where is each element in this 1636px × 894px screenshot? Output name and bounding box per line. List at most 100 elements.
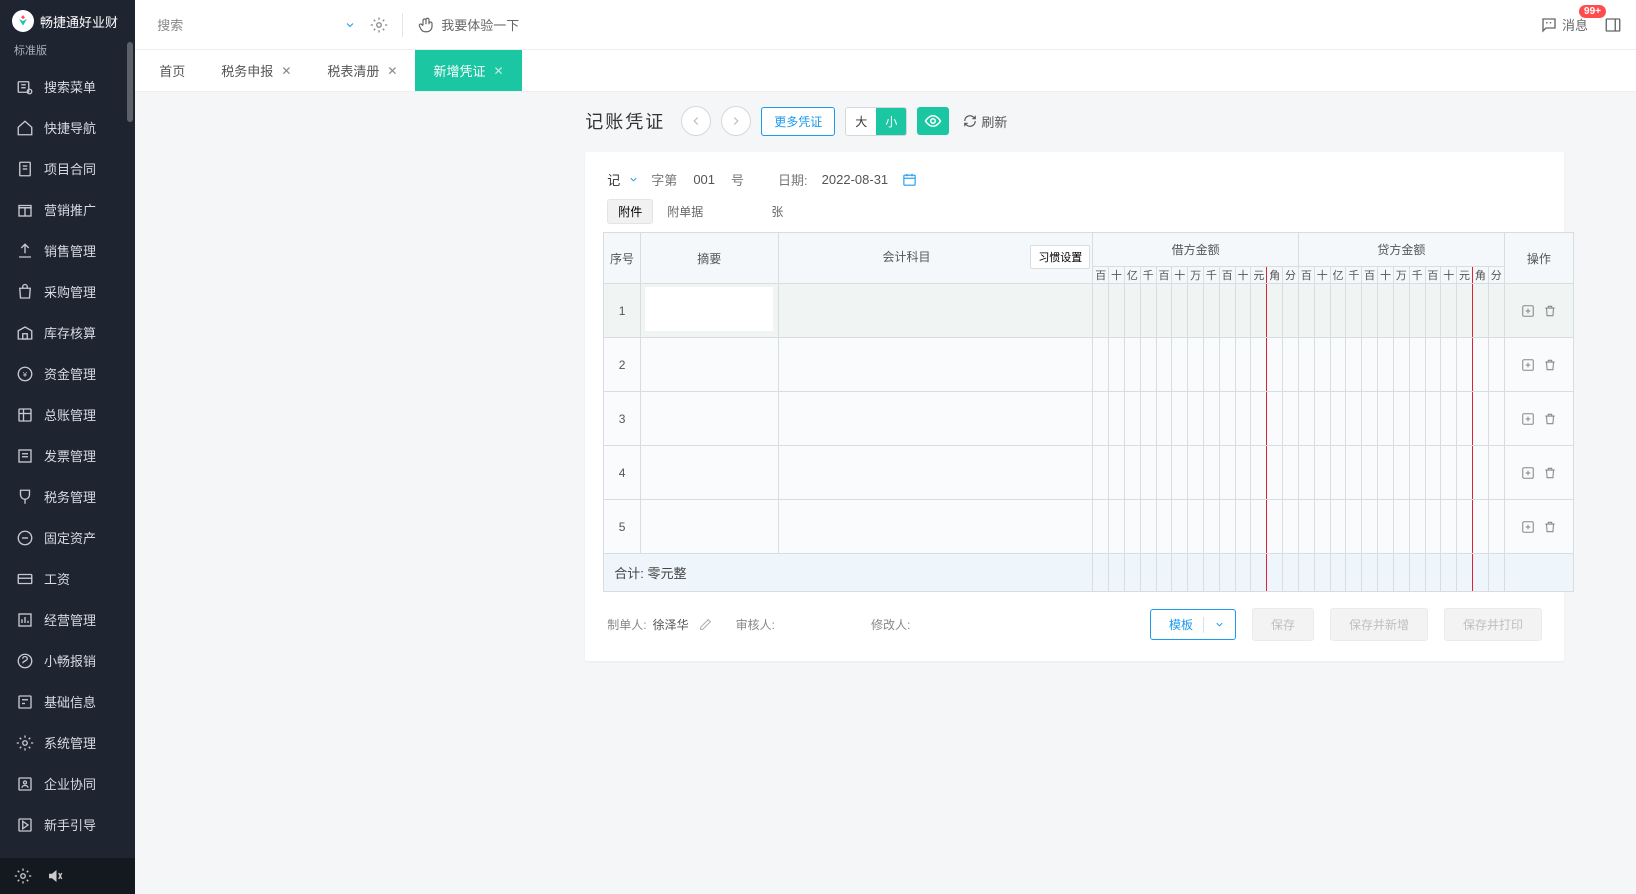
amount-digit-cell[interactable] — [1488, 284, 1504, 338]
attachment-button[interactable]: 附件 — [607, 199, 653, 224]
amount-digit-cell[interactable] — [1457, 554, 1473, 592]
amount-digit-cell[interactable] — [1109, 392, 1125, 446]
amount-digit-cell[interactable] — [1314, 554, 1330, 592]
amount-digit-cell[interactable] — [1219, 554, 1235, 592]
amount-digit-cell[interactable] — [1393, 554, 1409, 592]
amount-digit-cell[interactable] — [1188, 446, 1204, 500]
amount-digit-cell[interactable] — [1330, 500, 1346, 554]
prev-voucher-button[interactable] — [681, 106, 711, 136]
amount-digit-cell[interactable] — [1283, 392, 1299, 446]
amount-digit-cell[interactable] — [1156, 446, 1172, 500]
delete-row-icon[interactable] — [1543, 412, 1557, 426]
close-icon[interactable]: ✕ — [387, 64, 397, 78]
amount-digit-cell[interactable] — [1093, 392, 1109, 446]
amount-digit-cell[interactable] — [1330, 338, 1346, 392]
size-large-button[interactable]: 大 — [846, 108, 876, 135]
subject-cell[interactable] — [778, 392, 1093, 446]
amount-digit-cell[interactable] — [1346, 446, 1362, 500]
amount-digit-cell[interactable] — [1283, 338, 1299, 392]
edit-icon[interactable] — [699, 618, 712, 631]
sidebar-item-funds[interactable]: ¥资金管理 — [0, 353, 135, 394]
subject-cell[interactable] — [778, 338, 1093, 392]
sidebar-item-sales[interactable]: 销售管理 — [0, 230, 135, 271]
amount-digit-cell[interactable] — [1235, 338, 1251, 392]
sidebar-item-salary[interactable]: 工资 — [0, 558, 135, 599]
amount-digit-cell[interactable] — [1409, 446, 1425, 500]
summary-cell[interactable] — [640, 392, 778, 446]
subject-cell[interactable] — [778, 500, 1093, 554]
amount-digit-cell[interactable] — [1267, 338, 1283, 392]
amount-digit-cell[interactable] — [1283, 554, 1299, 592]
amount-digit-cell[interactable] — [1188, 554, 1204, 592]
amount-digit-cell[interactable] — [1172, 284, 1188, 338]
amount-digit-cell[interactable] — [1488, 338, 1504, 392]
amount-digit-cell[interactable] — [1409, 392, 1425, 446]
amount-digit-cell[interactable] — [1457, 284, 1473, 338]
close-icon[interactable]: ✕ — [493, 64, 503, 78]
add-row-icon[interactable] — [1521, 304, 1535, 318]
amount-digit-cell[interactable] — [1393, 446, 1409, 500]
amount-digit-cell[interactable] — [1188, 338, 1204, 392]
voucher-date-input[interactable]: 2022-08-31 — [822, 172, 889, 187]
amount-digit-cell[interactable] — [1346, 500, 1362, 554]
add-row-icon[interactable] — [1521, 358, 1535, 372]
amount-digit-cell[interactable] — [1378, 338, 1394, 392]
amount-digit-cell[interactable] — [1472, 284, 1488, 338]
amount-digit-cell[interactable] — [1299, 392, 1315, 446]
amount-digit-cell[interactable] — [1204, 446, 1220, 500]
voucher-number-input[interactable]: 001 — [693, 172, 715, 187]
amount-digit-cell[interactable] — [1251, 338, 1267, 392]
add-row-icon[interactable] — [1521, 466, 1535, 480]
gear-icon[interactable] — [14, 867, 32, 885]
sidebar-item-tax[interactable]: 税务管理 — [0, 476, 135, 517]
amount-digit-cell[interactable] — [1393, 284, 1409, 338]
next-voucher-button[interactable] — [721, 106, 751, 136]
amount-digit-cell[interactable] — [1457, 392, 1473, 446]
amount-digit-cell[interactable] — [1109, 554, 1125, 592]
sound-icon[interactable] — [46, 867, 64, 885]
amount-digit-cell[interactable] — [1172, 392, 1188, 446]
amount-digit-cell[interactable] — [1330, 392, 1346, 446]
close-icon[interactable]: ✕ — [281, 64, 291, 78]
amount-digit-cell[interactable] — [1378, 554, 1394, 592]
amount-digit-cell[interactable] — [1378, 392, 1394, 446]
amount-digit-cell[interactable] — [1204, 338, 1220, 392]
amount-digit-cell[interactable] — [1346, 338, 1362, 392]
amount-digit-cell[interactable] — [1124, 392, 1140, 446]
chevron-down-icon[interactable] — [628, 174, 639, 185]
amount-digit-cell[interactable] — [1472, 392, 1488, 446]
amount-digit-cell[interactable] — [1124, 500, 1140, 554]
try-button[interactable]: 我要体验一下 — [417, 15, 519, 34]
amount-digit-cell[interactable] — [1441, 500, 1457, 554]
amount-digit-cell[interactable] — [1204, 500, 1220, 554]
amount-digit-cell[interactable] — [1267, 284, 1283, 338]
amount-digit-cell[interactable] — [1156, 284, 1172, 338]
amount-digit-cell[interactable] — [1330, 554, 1346, 592]
size-small-button[interactable]: 小 — [876, 108, 906, 135]
save-add-button[interactable]: 保存并新增 — [1330, 608, 1428, 641]
tab-tax-declare[interactable]: 税务申报✕ — [203, 50, 309, 91]
amount-digit-cell[interactable] — [1188, 284, 1204, 338]
amount-digit-cell[interactable] — [1219, 338, 1235, 392]
amount-digit-cell[interactable] — [1093, 284, 1109, 338]
sidebar-item-invoice[interactable]: 发票管理 — [0, 435, 135, 476]
amount-digit-cell[interactable] — [1472, 554, 1488, 592]
amount-digit-cell[interactable] — [1299, 554, 1315, 592]
amount-digit-cell[interactable] — [1140, 392, 1156, 446]
amount-digit-cell[interactable] — [1299, 500, 1315, 554]
amount-digit-cell[interactable] — [1393, 338, 1409, 392]
amount-digit-cell[interactable] — [1172, 500, 1188, 554]
amount-digit-cell[interactable] — [1235, 554, 1251, 592]
amount-digit-cell[interactable] — [1235, 392, 1251, 446]
amount-digit-cell[interactable] — [1156, 338, 1172, 392]
amount-digit-cell[interactable] — [1299, 446, 1315, 500]
amount-digit-cell[interactable] — [1425, 446, 1441, 500]
amount-digit-cell[interactable] — [1314, 446, 1330, 500]
summary-cell[interactable] — [640, 500, 778, 554]
amount-digit-cell[interactable] — [1314, 338, 1330, 392]
amount-digit-cell[interactable] — [1378, 284, 1394, 338]
tab-tax-list[interactable]: 税表清册✕ — [309, 50, 415, 91]
amount-digit-cell[interactable] — [1409, 500, 1425, 554]
amount-digit-cell[interactable] — [1362, 500, 1378, 554]
amount-digit-cell[interactable] — [1409, 554, 1425, 592]
